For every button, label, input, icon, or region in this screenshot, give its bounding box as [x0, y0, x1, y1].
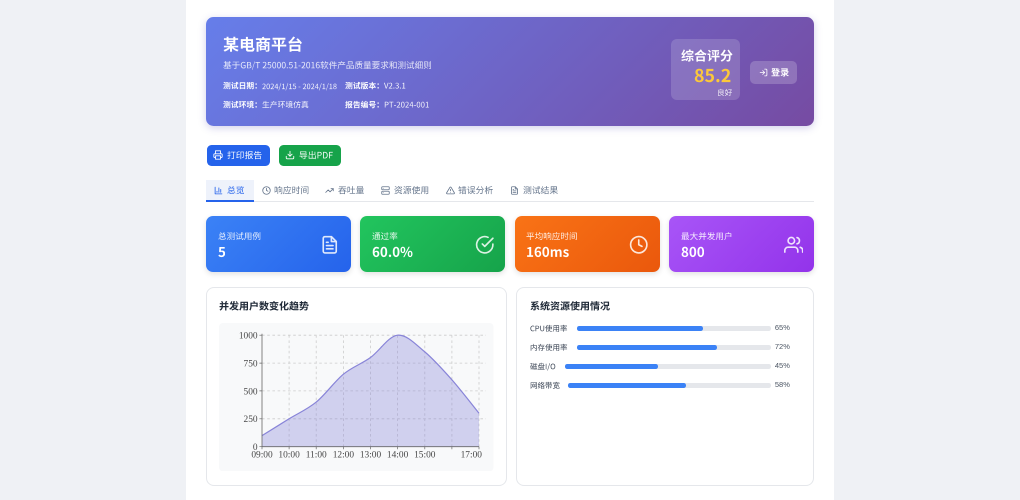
- svg-text:750: 750: [244, 359, 258, 369]
- svg-text:500: 500: [244, 387, 258, 397]
- svg-text:10:00: 10:00: [278, 450, 300, 460]
- svg-text:15:00: 15:00: [414, 450, 436, 460]
- svg-text:12:00: 12:00: [333, 450, 355, 460]
- svg-text:14:00: 14:00: [387, 450, 409, 460]
- svg-text:09:00: 09:00: [251, 450, 273, 460]
- svg-text:250: 250: [244, 415, 258, 425]
- svg-text:11:00: 11:00: [306, 450, 327, 460]
- svg-text:1000: 1000: [239, 331, 258, 341]
- svg-text:13:00: 13:00: [360, 450, 382, 460]
- svg-text:17:00: 17:00: [461, 450, 483, 460]
